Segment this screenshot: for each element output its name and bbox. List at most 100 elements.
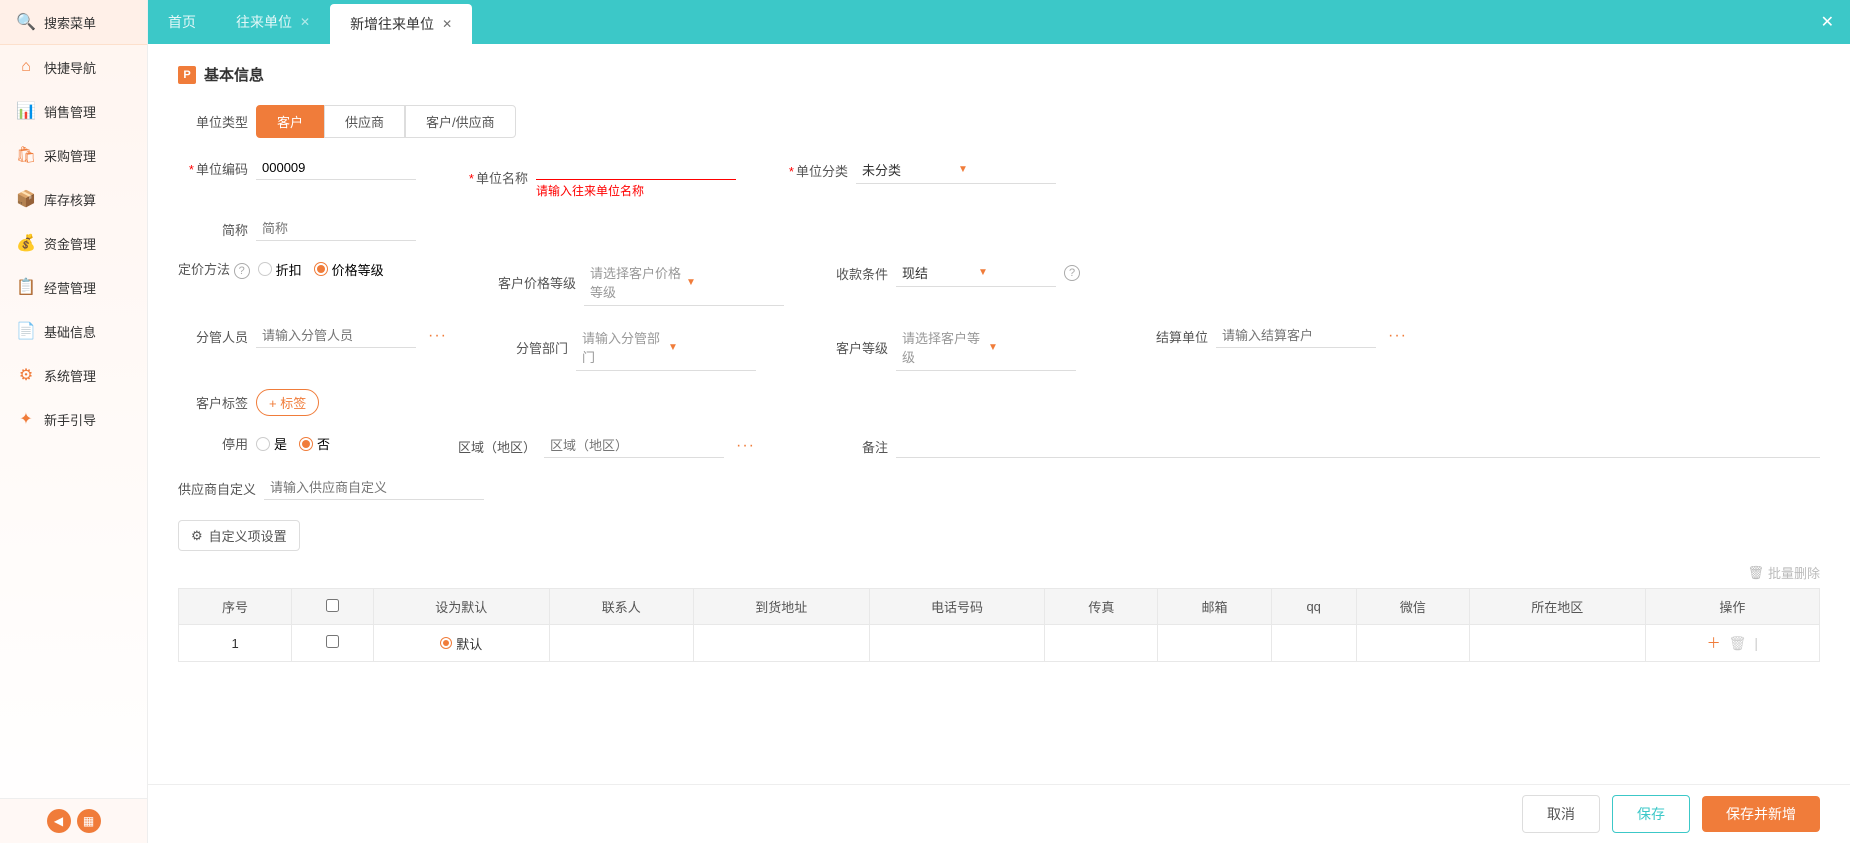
unit-code-input[interactable] [256, 156, 416, 180]
sidebar-item-operations[interactable]: 📋 经营管理 [0, 265, 147, 309]
basic-info-icon: 📄 [16, 321, 36, 341]
cell-wechat [1356, 625, 1469, 662]
inventory-icon: 📦 [16, 189, 36, 209]
pricing-radio-outer-level [314, 262, 328, 276]
customer-price-level-field: 客户价格等级 请选择客户价格等级 ▼ [498, 259, 818, 306]
sidebar-item-guide[interactable]: ✦ 新手引导 [0, 397, 147, 441]
customer-price-level-select[interactable]: 请选择客户价格等级 ▼ [584, 259, 784, 306]
cancel-button[interactable]: 取消 [1522, 795, 1600, 833]
footer-bar: 取消 保存 保存并新增 [148, 784, 1850, 843]
tag-add-btn[interactable]: + 标签 [256, 389, 319, 416]
type-btn-customer[interactable]: 客户 [256, 105, 324, 138]
supplier-custom-input[interactable] [264, 476, 484, 500]
cell-qq [1271, 625, 1356, 662]
settlement-unit-label: 结算单位 [1138, 327, 1208, 346]
col-region: 所在地区 [1469, 589, 1645, 625]
short-name-input[interactable] [256, 217, 416, 241]
remark-input[interactable] [896, 434, 1820, 458]
default-radio[interactable] [440, 637, 452, 649]
tab-new-partner-close[interactable]: ✕ [442, 17, 452, 31]
dept-select[interactable]: 请输入分管部门 ▼ [576, 324, 756, 371]
cell-region [1469, 625, 1645, 662]
pricing-radio-outer-discount [258, 262, 272, 276]
sidebar-item-finance[interactable]: 💰 资金管理 [0, 221, 147, 265]
system-icon: ⚙ [16, 365, 36, 385]
customer-level-label: 客户等级 [818, 338, 888, 357]
customer-level-select[interactable]: 请选择客户等级 ▼ [896, 324, 1076, 371]
close-all-tabs-btn[interactable]: ✕ [1805, 12, 1850, 32]
disabled-radio-yes[interactable]: 是 [256, 434, 287, 453]
content-area: P 基本信息 单位类型 客户 供应商 客户/供应商 *单位编码 [148, 44, 1850, 784]
manager-row: 分管人员 ··· 分管部门 请输入分管部门 ▼ 客户等级 请选择客户等级 ▼ [178, 324, 1820, 371]
row-checkbox[interactable] [326, 635, 339, 648]
tab-partners[interactable]: 往来单位 ✕ [216, 0, 330, 44]
scroll-icon: | [1754, 635, 1758, 651]
delete-row-btn[interactable]: 🗑 [1729, 635, 1747, 652]
unit-category-select[interactable]: 未分类 ▼ [856, 156, 1056, 184]
disabled-radio-inner-no [302, 440, 310, 448]
region-field: 区域（地区） ··· [458, 434, 818, 458]
disabled-radio-outer-no [299, 437, 313, 451]
batch-delete-area: 🗑 批量删除 [178, 563, 1820, 582]
settlement-unit-more-btn[interactable]: ··· [1384, 327, 1411, 345]
unit-category-label: *单位分类 [778, 161, 848, 180]
col-action: 操作 [1645, 589, 1819, 625]
table-section: ⚙ 自定义项设置 🗑 批量删除 序号 设为默认 联系人 到货地址 电话号码 传真 [178, 520, 1820, 662]
col-seq: 序号 [179, 589, 292, 625]
sidebar: 🔍 搜索菜单 ⌂ 快捷导航 📊 销售管理 🛍 采购管理 📦 库存核算 💰 资金管… [0, 0, 148, 843]
region-input[interactable] [544, 434, 724, 458]
payment-terms-arrow: ▼ [978, 267, 1050, 278]
tab-partners-close[interactable]: ✕ [300, 15, 310, 29]
sidebar-item-quick-nav[interactable]: ⌂ 快捷导航 [0, 45, 147, 89]
payment-terms-field: 收款条件 现结 ▼ ? [818, 259, 1820, 287]
type-btn-both[interactable]: 客户/供应商 [405, 105, 516, 138]
manager-field: 分管人员 ··· [178, 324, 498, 348]
save-button[interactable]: 保存 [1612, 795, 1690, 833]
payment-terms-select[interactable]: 现结 ▼ [896, 259, 1056, 287]
dept-label: 分管部门 [498, 338, 568, 357]
dept-field: 分管部门 请输入分管部门 ▼ [498, 324, 818, 371]
sidebar-footer-menu[interactable]: ▦ [77, 809, 101, 833]
disabled-row: 停用 是 否 区域（地区） [178, 434, 1820, 458]
batch-delete-label[interactable]: 批量删除 [1768, 563, 1820, 582]
tab-home[interactable]: 首页 [148, 0, 216, 44]
unit-name-field: *单位名称 请输入往来单位名称 [458, 156, 778, 199]
col-qq: qq [1271, 589, 1356, 625]
customer-level-field: 客户等级 请选择客户等级 ▼ [818, 324, 1138, 371]
sidebar-item-system[interactable]: ⚙ 系统管理 [0, 353, 147, 397]
customize-btn[interactable]: ⚙ 自定义项设置 [178, 520, 300, 551]
unit-name-input[interactable] [536, 156, 736, 180]
home-icon: ⌂ [16, 57, 36, 77]
col-email: 邮箱 [1158, 589, 1271, 625]
guide-icon: ✦ [16, 409, 36, 429]
sidebar-item-purchase[interactable]: 🛍 采购管理 [0, 133, 147, 177]
pricing-row: 定价方法 ? 折扣 价格等级 [178, 259, 1820, 306]
unit-name-error: 请输入往来单位名称 [536, 182, 736, 199]
tab-new-partner[interactable]: 新增往来单位 ✕ [330, 4, 472, 44]
sidebar-item-inventory[interactable]: 📦 库存核算 [0, 177, 147, 221]
manager-input[interactable] [256, 324, 416, 348]
short-name-row: 简称 [178, 217, 1820, 241]
unit-name-wrap: 请输入往来单位名称 [536, 156, 736, 199]
add-row-btn[interactable]: ＋ [1707, 633, 1721, 653]
sidebar-item-search[interactable]: 🔍 搜索菜单 [0, 0, 147, 45]
select-all-checkbox[interactable] [326, 599, 339, 612]
pricing-radio-level[interactable]: 价格等级 [314, 260, 384, 279]
sidebar-footer-btn[interactable]: ◀ [47, 809, 71, 833]
col-address: 到货地址 [693, 589, 869, 625]
settlement-unit-input[interactable] [1216, 324, 1376, 348]
pricing-radio-discount[interactable]: 折扣 [258, 260, 302, 279]
pricing-help-icon[interactable]: ? [234, 263, 250, 279]
save-new-button[interactable]: 保存并新增 [1702, 796, 1820, 832]
manager-more-btn[interactable]: ··· [424, 327, 451, 345]
sidebar-item-basic-info[interactable]: 📄 基础信息 [0, 309, 147, 353]
sidebar-item-sales[interactable]: 📊 销售管理 [0, 89, 147, 133]
region-more-btn[interactable]: ··· [732, 437, 759, 455]
disabled-radio-no[interactable]: 否 [299, 434, 330, 453]
sales-icon: 📊 [16, 101, 36, 121]
section-title-icon: P [178, 66, 196, 84]
disabled-radio-group: 是 否 [256, 434, 330, 453]
payment-terms-help-icon[interactable]: ? [1064, 265, 1080, 281]
type-btn-supplier[interactable]: 供应商 [324, 105, 405, 138]
col-contact: 联系人 [549, 589, 693, 625]
